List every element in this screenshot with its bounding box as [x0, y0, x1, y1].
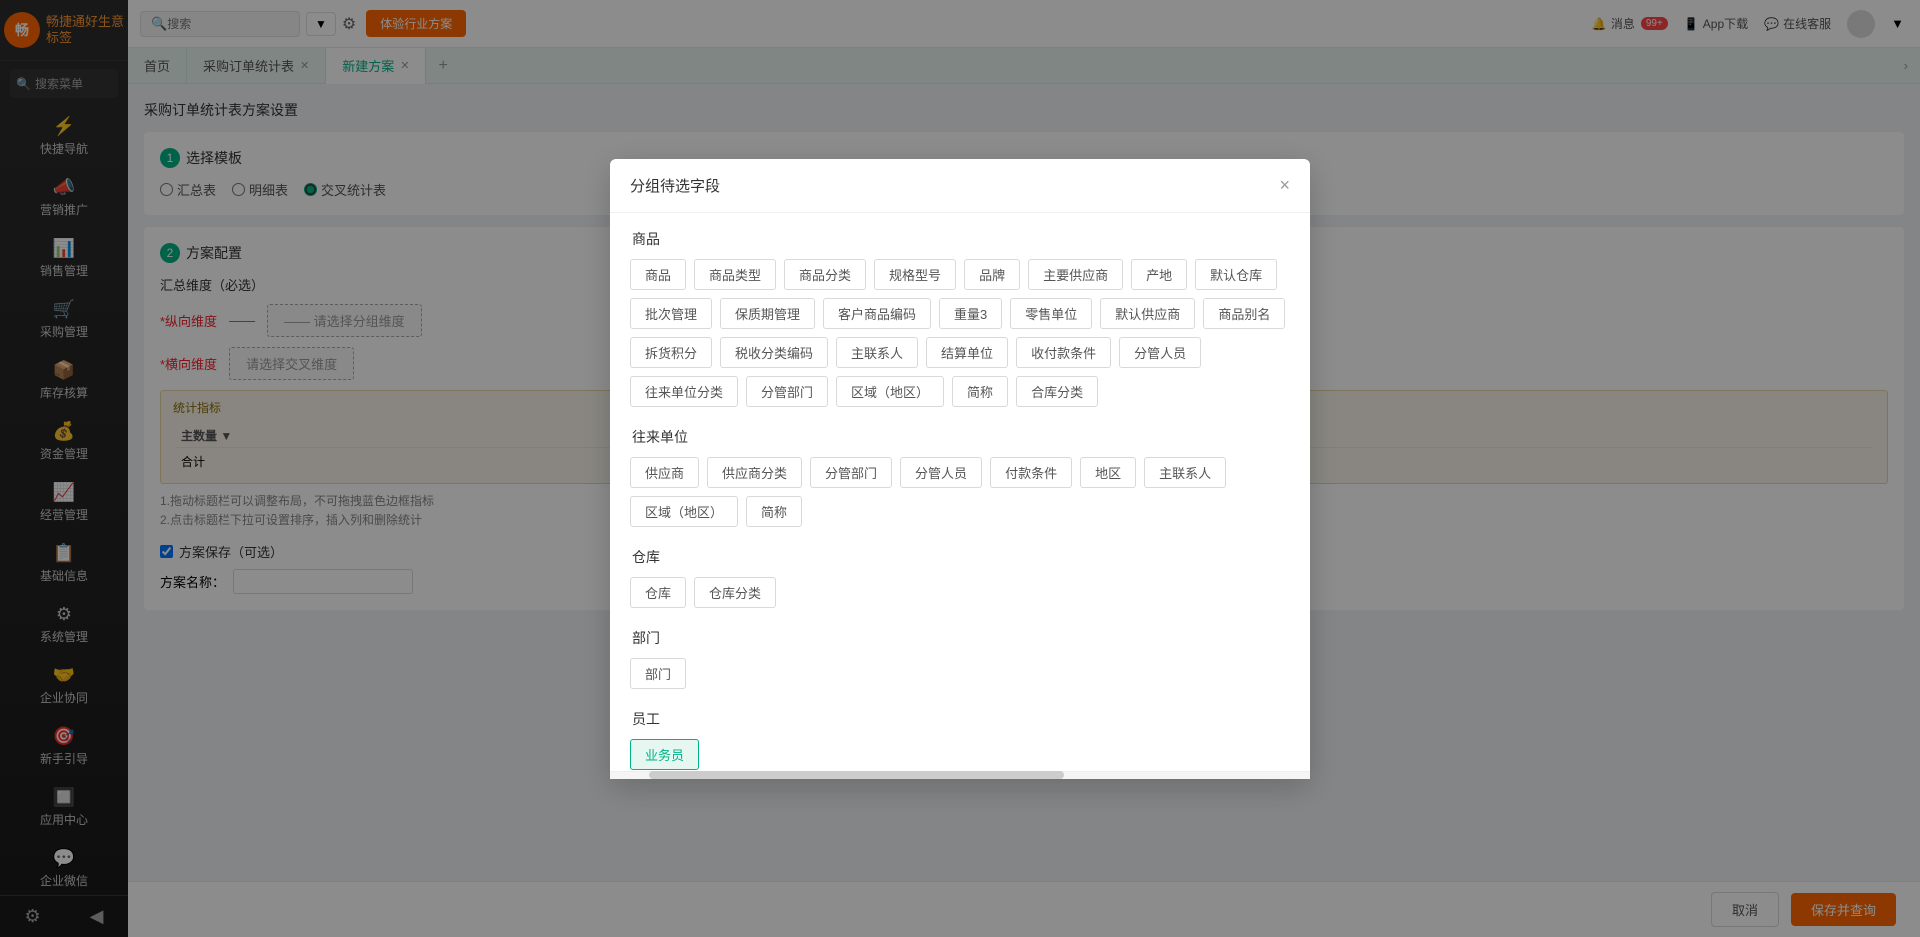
- field-tag[interactable]: 分管部门: [810, 457, 892, 488]
- field-tag[interactable]: 默认供应商: [1100, 298, 1195, 329]
- modal-header: 分组待选字段 ×: [610, 159, 1310, 213]
- section-title-product: 商品: [630, 229, 1290, 249]
- field-tag[interactable]: 商品别名: [1203, 298, 1285, 329]
- field-tag[interactable]: 主要供应商: [1028, 259, 1123, 290]
- field-tag[interactable]: 零售单位: [1010, 298, 1092, 329]
- modal-horizontal-scrollbar[interactable]: [610, 771, 1310, 779]
- field-tag[interactable]: 商品分类: [784, 259, 866, 290]
- field-section-warehouse: 仓库仓库仓库分类: [630, 547, 1290, 608]
- field-tag[interactable]: 部门: [630, 658, 686, 689]
- field-tag[interactable]: 主联系人: [836, 337, 918, 368]
- field-tag[interactable]: 默认仓库: [1195, 259, 1277, 290]
- field-section-product: 商品商品商品类型商品分类规格型号品牌主要供应商产地默认仓库批次管理保质期管理客户…: [630, 229, 1290, 407]
- field-tag[interactable]: 拆货积分: [630, 337, 712, 368]
- field-tag[interactable]: 合库分类: [1016, 376, 1098, 407]
- field-tag[interactable]: 仓库分类: [694, 577, 776, 608]
- field-tag[interactable]: 供应商: [630, 457, 699, 488]
- field-tag[interactable]: 批次管理: [630, 298, 712, 329]
- field-tag[interactable]: 分管部门: [746, 376, 828, 407]
- field-tag[interactable]: 规格型号: [874, 259, 956, 290]
- field-section-employee: 员工业务员: [630, 709, 1290, 770]
- field-tag[interactable]: 分管人员: [900, 457, 982, 488]
- field-grid-product: 商品商品类型商品分类规格型号品牌主要供应商产地默认仓库批次管理保质期管理客户商品…: [630, 259, 1290, 407]
- field-section-department: 部门部门: [630, 628, 1290, 689]
- field-tag[interactable]: 分管人员: [1119, 337, 1201, 368]
- section-title-partner: 往来单位: [630, 427, 1290, 447]
- field-tag[interactable]: 保质期管理: [720, 298, 815, 329]
- field-grid-employee: 业务员: [630, 739, 1290, 770]
- field-tag[interactable]: 客户商品编码: [823, 298, 931, 329]
- field-tag[interactable]: 商品: [630, 259, 686, 290]
- field-tag[interactable]: 产地: [1131, 259, 1187, 290]
- field-tag[interactable]: 地区: [1080, 457, 1136, 488]
- field-tag[interactable]: 业务员: [630, 739, 699, 770]
- section-title-department: 部门: [630, 628, 1290, 648]
- section-title-warehouse: 仓库: [630, 547, 1290, 567]
- field-tag[interactable]: 仓库: [630, 577, 686, 608]
- field-tag[interactable]: 付款条件: [990, 457, 1072, 488]
- field-tag[interactable]: 供应商分类: [707, 457, 802, 488]
- field-section-partner: 往来单位供应商供应商分类分管部门分管人员付款条件地区主联系人区域（地区） 简称: [630, 427, 1290, 527]
- field-tag[interactable]: 区域（地区）: [836, 376, 944, 407]
- field-tag[interactable]: 重量3: [939, 298, 1002, 329]
- field-tag[interactable]: 税收分类编码: [720, 337, 828, 368]
- field-select-modal: 分组待选字段 × 商品商品商品类型商品分类规格型号品牌主要供应商产地默认仓库批次…: [610, 159, 1310, 779]
- field-tag[interactable]: 收付款条件: [1016, 337, 1111, 368]
- field-tag[interactable]: 结算单位: [926, 337, 1008, 368]
- field-tag[interactable]: 品牌: [964, 259, 1020, 290]
- modal-close-button[interactable]: ×: [1279, 176, 1290, 194]
- field-grid-partner: 供应商供应商分类分管部门分管人员付款条件地区主联系人区域（地区） 简称: [630, 457, 1290, 527]
- field-tag[interactable]: 往来单位分类: [630, 376, 738, 407]
- field-grid-department: 部门: [630, 658, 1290, 689]
- modal-title: 分组待选字段: [630, 175, 720, 196]
- field-tag[interactable]: 简称: [746, 496, 802, 527]
- hscroll-thumb[interactable]: [649, 771, 1064, 779]
- field-tag[interactable]: 区域（地区）: [630, 496, 738, 527]
- section-title-employee: 员工: [630, 709, 1290, 729]
- field-tag[interactable]: 简称: [952, 376, 1008, 407]
- field-grid-warehouse: 仓库仓库分类: [630, 577, 1290, 608]
- field-tag[interactable]: 商品类型: [694, 259, 776, 290]
- field-tag[interactable]: 主联系人: [1144, 457, 1226, 488]
- modal-body[interactable]: 商品商品商品类型商品分类规格型号品牌主要供应商产地默认仓库批次管理保质期管理客户…: [610, 213, 1310, 771]
